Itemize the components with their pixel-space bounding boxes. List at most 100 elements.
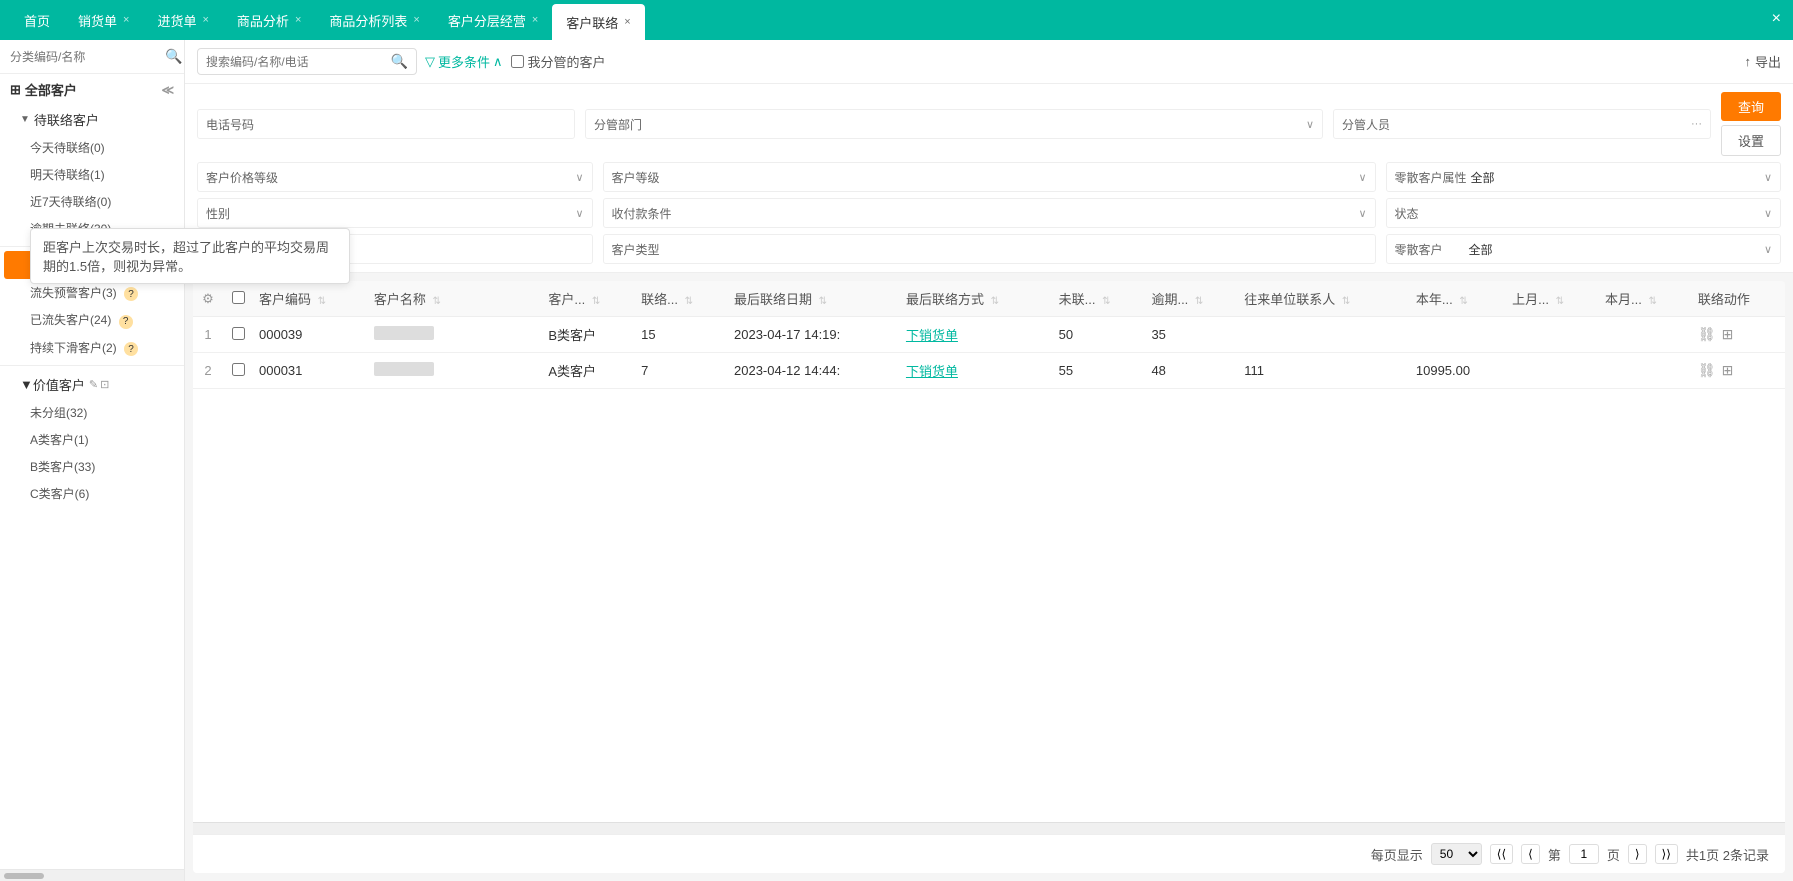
- sidebar-all-customers[interactable]: ⊞ 全部客户 ≪: [0, 74, 184, 105]
- triangle-icon: ▼: [20, 114, 30, 125]
- last-month-cell: [1506, 317, 1599, 353]
- overdue-cell: 48: [1145, 353, 1238, 389]
- grid-icon: ⊞: [10, 82, 21, 98]
- contact-method-link[interactable]: 下销货单: [906, 364, 958, 379]
- contact-method-link[interactable]: 下销货单: [906, 328, 958, 343]
- more-action-icon[interactable]: ⊞: [1722, 326, 1734, 343]
- export-button[interactable]: ↑ 导出: [1744, 52, 1781, 71]
- close-icon[interactable]: ×: [123, 14, 129, 26]
- search-box: 🔍: [197, 48, 417, 75]
- nav-product-analysis[interactable]: 商品分析 ×: [223, 0, 315, 40]
- customer-table: ⚙ 客户编码 ⇅ 客户名称 ⇅: [193, 281, 1785, 389]
- chevron-down-icon-6: ∨: [1358, 207, 1366, 220]
- sidebar-group-value-customers[interactable]: ▼ 价值客户 ✎ ⊡: [0, 370, 184, 399]
- close-icon[interactable]: ×: [295, 14, 301, 26]
- filter-branch-person[interactable]: 分管人员 ···: [1333, 109, 1711, 139]
- chevron-down-icon-7: ∨: [1764, 207, 1772, 220]
- my-customers-checkbox[interactable]: 我分管的客户: [511, 52, 606, 71]
- page-size-select[interactable]: 50 100 200: [1431, 843, 1482, 865]
- sidebar-search-input[interactable]: [10, 50, 165, 64]
- sidebar-scrollbar[interactable]: [0, 869, 184, 881]
- customer-level-cell: A类客户: [542, 353, 635, 389]
- chevron-down-icon-4: ∨: [1764, 171, 1772, 184]
- collapse-icon[interactable]: ≪: [161, 83, 174, 97]
- settings-icon[interactable]: ⊡: [100, 378, 109, 391]
- first-page-button[interactable]: ⟨⟨: [1490, 844, 1513, 864]
- nav-customer-contact[interactable]: 客户联络 ×: [552, 4, 644, 40]
- col-last-contact-date: 最后联络日期 ⇅: [728, 281, 900, 317]
- tooltip-box: 距客户上次交易时长，超过了此客户的平均交易周期的1.5倍，则视为异常。: [185, 228, 350, 284]
- link-action-icon[interactable]: ⛓: [1698, 362, 1716, 379]
- sidebar-item-class-a[interactable]: A类客户(1): [0, 426, 184, 453]
- filter-customer-type[interactable]: 客户类型: [603, 234, 1376, 264]
- close-icon[interactable]: ×: [532, 14, 538, 26]
- pagination-bar: 每页显示 50 100 200 ⟨⟨ ⟨ 第 页 ⟩ ⟩⟩ 共1页 2条记录: [193, 834, 1785, 873]
- last-contact-method-cell[interactable]: 下销货单: [900, 353, 1053, 389]
- filter-branch-dept[interactable]: 分管部门 ∨: [585, 109, 1323, 139]
- filter-status[interactable]: 状态 ∨: [1386, 198, 1782, 228]
- this-month-cell: [1599, 353, 1692, 389]
- chevron-down-icon-5: ∨: [575, 207, 583, 220]
- search-icon: 🔍: [165, 48, 182, 65]
- col-checkbox[interactable]: [223, 281, 253, 317]
- not-contacted-cell: 55: [1053, 353, 1146, 389]
- edit-icon[interactable]: ✎: [89, 378, 98, 391]
- next-page-button[interactable]: ⟩: [1628, 844, 1647, 864]
- sidebar-item-class-b[interactable]: B类客户(33): [0, 453, 184, 480]
- col-customer-code: 客户编码 ⇅: [253, 281, 368, 317]
- table-scroll[interactable]: ⚙ 客户编码 ⇅ 客户名称 ⇅: [193, 281, 1785, 822]
- sidebar-item-declining[interactable]: 持续下滑客户(2) ?: [0, 334, 184, 362]
- sidebar-item-today[interactable]: 今天待联络(0): [0, 134, 184, 161]
- col-this-month: 本月... ⇅: [1599, 281, 1692, 317]
- link-action-icon[interactable]: ⛓: [1698, 326, 1716, 343]
- row-num: 2: [193, 353, 223, 389]
- horizontal-scrollbar[interactable]: [193, 822, 1785, 834]
- filter-gender[interactable]: 性别 ∨: [197, 198, 593, 228]
- sidebar-item-ungrouped[interactable]: 未分组(32): [0, 399, 184, 426]
- sidebar-item-tomorrow[interactable]: 明天待联络(1): [0, 161, 184, 188]
- prev-page-button[interactable]: ⟨: [1521, 844, 1540, 864]
- nav-customer-segmentation[interactable]: 客户分层经营 ×: [434, 0, 552, 40]
- sidebar-divider-2: [0, 365, 184, 366]
- last-page-button[interactable]: ⟩⟩: [1655, 844, 1678, 864]
- sidebar-item-7days[interactable]: 近7天待联络(0): [0, 188, 184, 215]
- filter-price-level[interactable]: 客户价格等级 ∨: [197, 162, 593, 192]
- filter-icon: ▽: [425, 54, 435, 70]
- sidebar-item-churned[interactable]: 已流失客户(24) ?: [0, 306, 184, 334]
- content-area: 🔍 ▽ 更多条件 ∧ 我分管的客户 ↑ 导出 电话号码: [185, 40, 1793, 881]
- sort-icon-3: ⇅: [592, 296, 600, 307]
- filter-customer-level[interactable]: 客户等级 ∨: [603, 162, 1376, 192]
- filter-retail-customer[interactable]: 零散客户 全部 ∨: [1386, 234, 1782, 264]
- close-icon[interactable]: ×: [624, 16, 630, 28]
- more-conditions-button[interactable]: ▽ 更多条件 ∧: [425, 52, 503, 71]
- my-customers-check[interactable]: [511, 55, 524, 68]
- chevron-down-icon-8: ∨: [1764, 243, 1772, 256]
- row-checkbox[interactable]: [223, 317, 253, 353]
- filter-payment-terms[interactable]: 收付款条件 ∨: [603, 198, 1376, 228]
- page-number-input[interactable]: [1569, 844, 1599, 864]
- select-all-checkbox[interactable]: [232, 291, 245, 304]
- nav-home[interactable]: 首页: [10, 0, 64, 40]
- row-checkbox[interactable]: [223, 353, 253, 389]
- sidebar-item-class-c[interactable]: C类客户(6): [0, 480, 184, 507]
- query-button[interactable]: 查询: [1721, 92, 1781, 121]
- nav-purchase-order[interactable]: 进货单 ×: [143, 0, 222, 40]
- close-icon[interactable]: ×: [413, 14, 419, 26]
- row-num: 1: [193, 317, 223, 353]
- close-icon[interactable]: ×: [202, 14, 208, 26]
- filter-retail-attr[interactable]: 零散客户属性 全部 ∨: [1386, 162, 1782, 192]
- ellipsis-icon: ···: [1691, 118, 1702, 130]
- nav-product-analysis-list[interactable]: 商品分析列表 ×: [315, 0, 433, 40]
- last-contact-method-cell[interactable]: 下销货单: [900, 317, 1053, 353]
- nav-sales-order[interactable]: 销货单 ×: [64, 0, 143, 40]
- more-action-icon[interactable]: ⊞: [1722, 362, 1734, 379]
- sidebar: 🔍 ⊞ 全部客户 ≪ ▼ 待联络客户 今天待联络(0) 明天待联络(1) 近7天…: [0, 40, 185, 881]
- search-input[interactable]: [206, 55, 391, 69]
- col-overdue: 逾期... ⇅: [1145, 281, 1238, 317]
- window-close-button[interactable]: ×: [1772, 10, 1781, 28]
- sidebar-group-pending-contact[interactable]: ▼ 待联络客户: [0, 105, 184, 134]
- filter-phone: 电话号码: [197, 109, 575, 139]
- col-settings[interactable]: ⚙: [193, 281, 223, 317]
- scroll-thumb: [4, 873, 44, 879]
- settings-button[interactable]: 设置: [1721, 125, 1781, 156]
